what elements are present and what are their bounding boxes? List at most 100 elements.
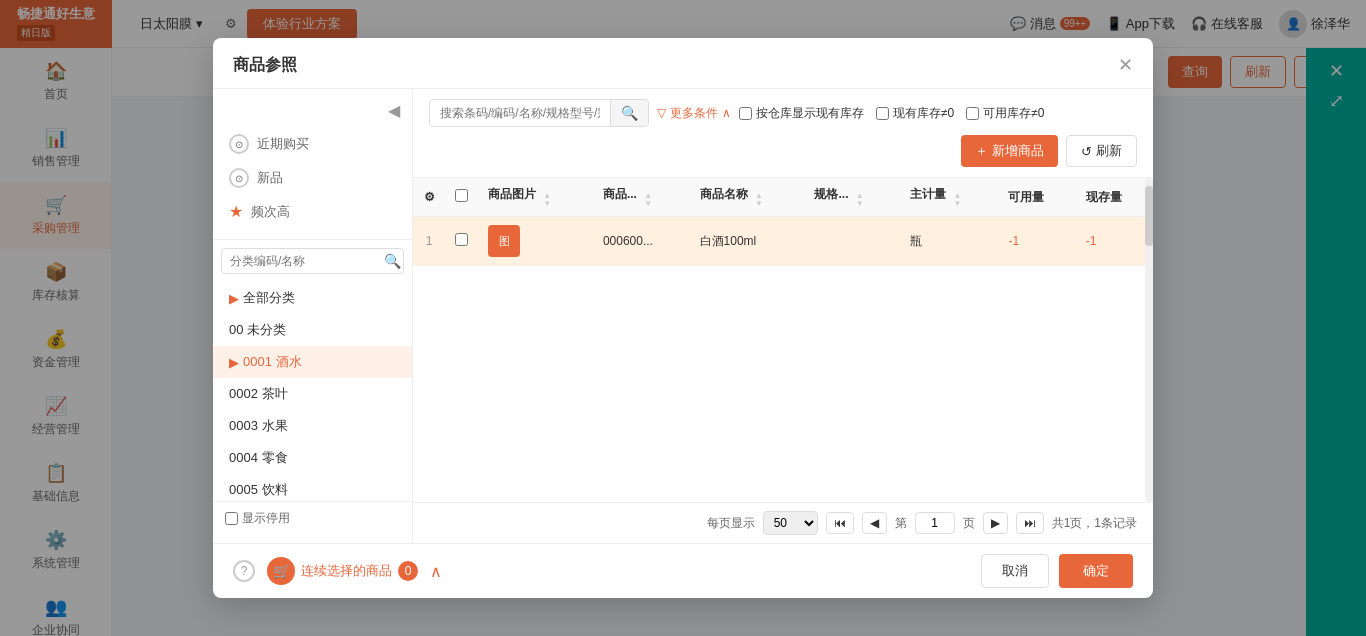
frequent-item[interactable]: ★ 频次高 xyxy=(221,196,404,227)
col-unit: 主计量 ▲▼ xyxy=(900,178,998,217)
col-settings[interactable]: ⚙ xyxy=(413,178,445,217)
product-dialog: 商品参照 ✕ ◀ ⊙ 近期购买 ⊙ 新品 xyxy=(213,38,1153,598)
sort-spec-icon: ▲▼ xyxy=(856,192,864,208)
col-checkbox xyxy=(445,178,478,217)
product-image: 图 xyxy=(488,225,520,257)
product-search-input[interactable] xyxy=(430,101,610,125)
star-icon: ★ xyxy=(229,202,243,221)
filter-icon: ▽ xyxy=(657,106,666,120)
row-stock: -1 xyxy=(1076,217,1153,266)
category-0003[interactable]: 0003 水果 xyxy=(213,410,412,442)
col-spec: 规格... ▲▼ xyxy=(804,178,900,217)
dialog-left-panel: ◀ ⊙ 近期购买 ⊙ 新品 ★ 频次高 xyxy=(213,89,413,543)
product-table: ⚙ 商品图片 ▲▼ 商品... ▲▼ xyxy=(413,178,1153,266)
table-scrollbar[interactable] xyxy=(1145,178,1153,502)
col-available: 可用量 xyxy=(998,178,1075,217)
scrollbar-thumb xyxy=(1145,186,1153,246)
row-select-checkbox[interactable] xyxy=(455,233,468,246)
cart-button[interactable]: 🛒 连续选择的商品 0 xyxy=(267,557,418,585)
overlay: 商品参照 ✕ ◀ ⊙ 近期购买 ⊙ 新品 xyxy=(0,0,1366,636)
category-all[interactable]: ▶ 全部分类 xyxy=(213,282,412,314)
show-disabled-checkbox[interactable] xyxy=(225,512,238,525)
page-suffix: 页 xyxy=(963,515,975,532)
next-page-button[interactable]: ▶ xyxy=(983,512,1008,534)
page-summary: 共1页，1条记录 xyxy=(1052,515,1137,532)
checkbox-usable[interactable] xyxy=(966,107,979,120)
category-0003-label: 0003 水果 xyxy=(229,417,288,435)
row-unit: 瓶 xyxy=(900,217,998,266)
dialog-toolbar: 🔍 ▽ 更多条件 ∧ 按仓库显示现有库存 现 xyxy=(413,89,1153,177)
dialog-left-top: ◀ xyxy=(213,97,412,128)
filter-arrow-icon: ∧ xyxy=(722,106,731,120)
cart-icon: 🛒 xyxy=(267,557,295,585)
new-products-item[interactable]: ⊙ 新品 xyxy=(221,162,404,194)
show-disabled-label[interactable]: 显示停用 xyxy=(225,510,290,527)
recent-purchase-label: 近期购买 xyxy=(257,135,309,153)
table-header-row: ⚙ 商品图片 ▲▼ 商品... ▲▼ xyxy=(413,178,1153,217)
category-0002-label: 0002 茶叶 xyxy=(229,385,288,403)
category-0002[interactable]: 0002 茶叶 xyxy=(213,378,412,410)
checkbox-usable-label[interactable]: 可用库存≠0 xyxy=(966,105,1044,122)
col-image-label: 商品图片 xyxy=(488,187,536,201)
table-row[interactable]: 1 图 000600... 白酒100ml 瓶 -1 -1 xyxy=(413,217,1153,266)
cancel-button[interactable]: 取消 xyxy=(981,554,1049,588)
category-0001-label: 0001 酒水 xyxy=(243,353,302,371)
category-0005[interactable]: 0005 饮料 xyxy=(213,474,412,501)
page-input[interactable] xyxy=(915,512,955,534)
category-search-input[interactable] xyxy=(230,254,380,268)
help-icon[interactable]: ? xyxy=(233,560,255,582)
prev-page-button[interactable]: ◀ xyxy=(862,512,887,534)
filter-checkboxes: 按仓库显示现有库存 现有库存≠0 可用库存≠0 xyxy=(739,105,1045,122)
checkbox-warehouse[interactable] xyxy=(739,107,752,120)
sort-name-icon: ▲▼ xyxy=(755,192,763,208)
confirm-button[interactable]: 确定 xyxy=(1059,554,1133,588)
refresh-button[interactable]: ↺ 刷新 xyxy=(1066,135,1137,167)
row-checkbox[interactable] xyxy=(445,217,478,266)
checkbox-available-label[interactable]: 现有库存≠0 xyxy=(876,105,954,122)
new-icon: ⊙ xyxy=(229,168,249,188)
col-code-label: 商品... xyxy=(603,187,637,201)
category-0004[interactable]: 0004 零食 xyxy=(213,442,412,474)
collapse-up-icon[interactable]: ∧ xyxy=(430,562,442,581)
category-0001[interactable]: ▶ 0001 酒水 xyxy=(213,346,412,378)
per-page-label: 每页显示 xyxy=(707,515,755,532)
col-name-label: 商品名称 xyxy=(700,187,748,201)
checkbox-warehouse-text: 按仓库显示现有库存 xyxy=(756,105,864,122)
add-product-button[interactable]: ＋ 新增商品 xyxy=(961,135,1058,167)
per-page-select[interactable]: 50 100 xyxy=(763,511,818,535)
product-table-container: ⚙ 商品图片 ▲▼ 商品... ▲▼ xyxy=(413,177,1153,502)
category-all-label: 全部分类 xyxy=(243,289,295,307)
col-unit-label: 主计量 xyxy=(910,187,946,201)
category-search-icon: 🔍 xyxy=(384,253,401,269)
dialog-close-button[interactable]: ✕ xyxy=(1118,54,1133,76)
collapse-left-button[interactable]: ◀ xyxy=(388,101,400,120)
row-image: 图 xyxy=(478,217,593,266)
first-page-button[interactable]: ⏮ xyxy=(826,512,854,534)
toolbar-actions: ＋ 新增商品 ↺ 刷新 xyxy=(961,135,1137,167)
checkbox-available[interactable] xyxy=(876,107,889,120)
recent-icon: ⊙ xyxy=(229,134,249,154)
row-spec xyxy=(804,217,900,266)
checkbox-warehouse-label[interactable]: 按仓库显示现有库存 xyxy=(739,105,864,122)
dialog-header: 商品参照 ✕ xyxy=(213,38,1153,89)
category-00-label: 00 未分类 xyxy=(229,321,286,339)
product-search-button[interactable]: 🔍 xyxy=(610,100,648,126)
expand-icon: ▶ xyxy=(229,291,239,306)
frequent-label: 频次高 xyxy=(251,203,290,221)
dialog-left-nav: ⊙ 近期购买 ⊙ 新品 ★ 频次高 xyxy=(213,128,412,235)
category-0004-label: 0004 零食 xyxy=(229,449,288,467)
product-search-group: 🔍 xyxy=(429,99,649,127)
filter-label: 更多条件 xyxy=(670,105,718,122)
filter-button[interactable]: ▽ 更多条件 ∧ xyxy=(657,105,731,122)
category-search-box: 🔍 xyxy=(221,248,404,274)
last-page-button[interactable]: ⏭ xyxy=(1016,512,1044,534)
dialog-body: ◀ ⊙ 近期购买 ⊙ 新品 ★ 频次高 xyxy=(213,89,1153,543)
row-name: 白酒100ml xyxy=(690,217,805,266)
cart-count: 0 xyxy=(398,561,418,581)
recent-purchase-item[interactable]: ⊙ 近期购买 xyxy=(221,128,404,160)
col-available-label: 可用量 xyxy=(1008,190,1044,204)
dialog-right-panel: 🔍 ▽ 更多条件 ∧ 按仓库显示现有库存 现 xyxy=(413,89,1153,543)
select-all-checkbox[interactable] xyxy=(455,189,468,202)
category-00[interactable]: 00 未分类 xyxy=(213,314,412,346)
dialog-footer: ? 🛒 连续选择的商品 0 ∧ 取消 确定 xyxy=(213,543,1153,598)
